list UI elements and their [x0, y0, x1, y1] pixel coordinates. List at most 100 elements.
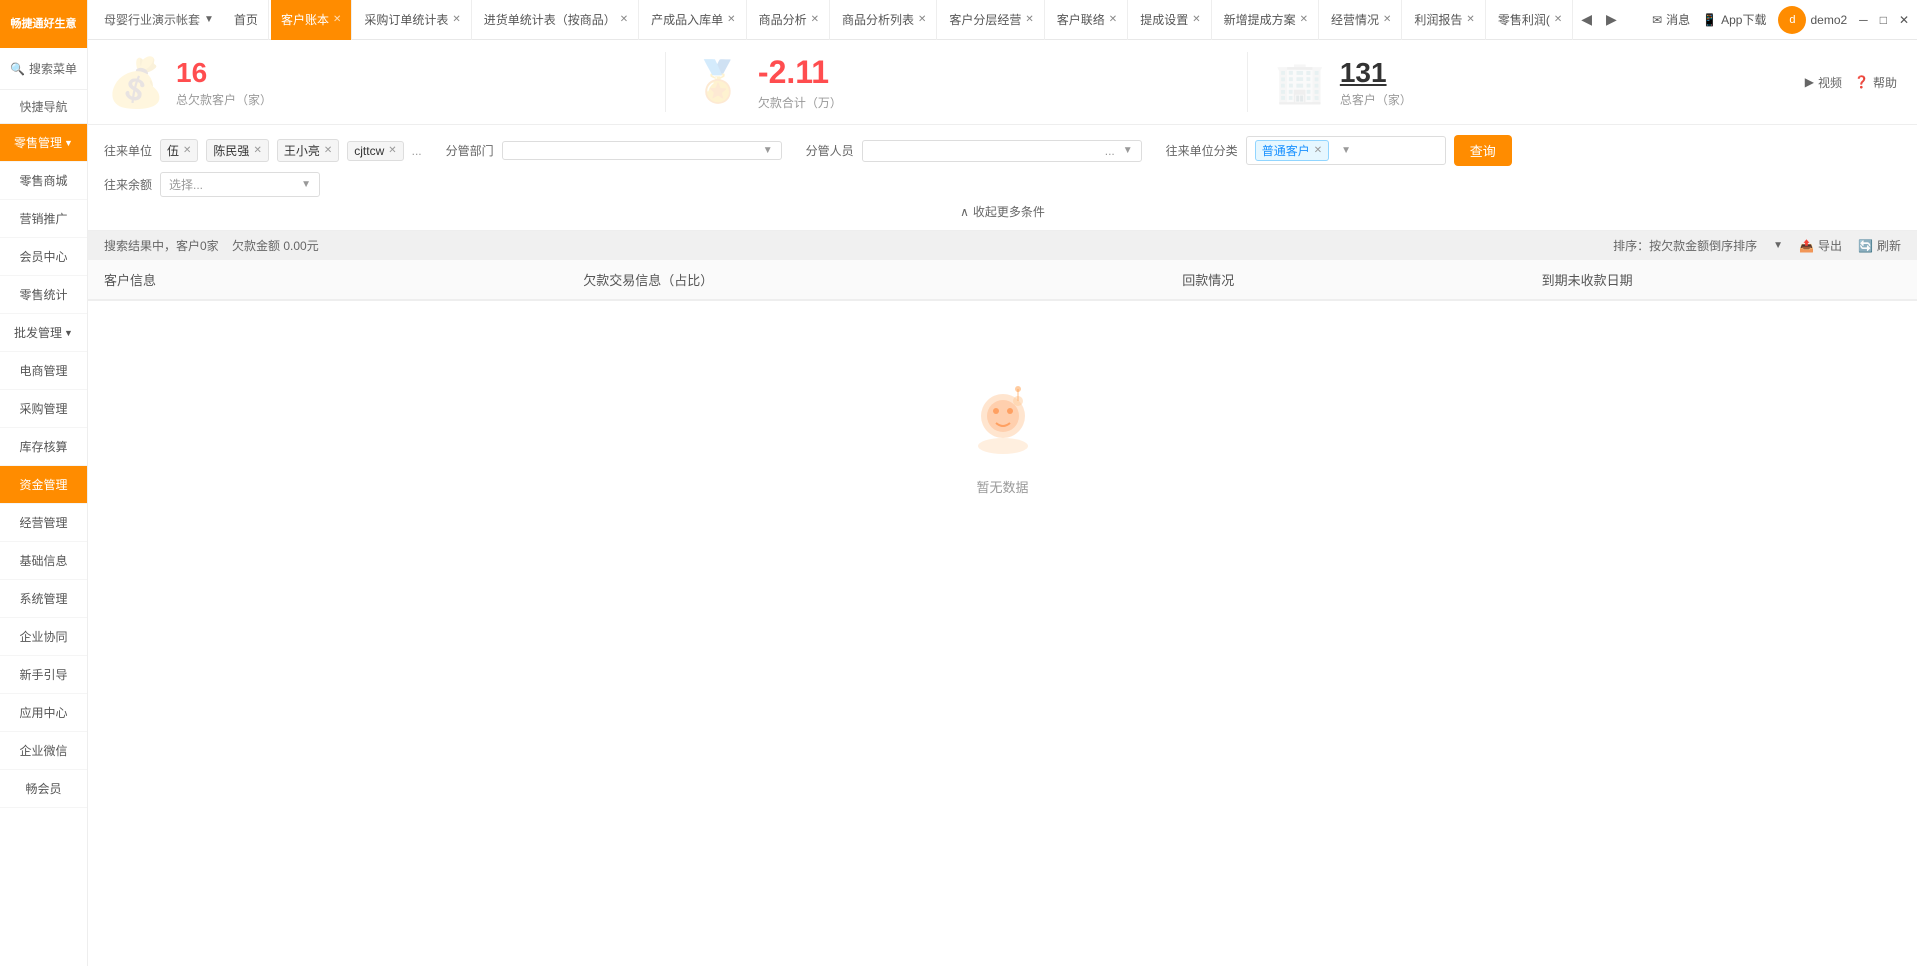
tab-promotion-settings[interactable]: 提成设置 ✕	[1130, 0, 1211, 40]
filter-tag-unit4: cjttcw ✕	[347, 141, 403, 161]
quick-nav-button[interactable]: 快捷导航	[0, 90, 87, 124]
tab-retail-profit[interactable]: 零售利润( ✕	[1488, 0, 1573, 40]
tab-customer-book-close[interactable]: ✕	[333, 14, 341, 25]
filter-tag-unit1-close[interactable]: ✕	[183, 145, 191, 156]
tab-home[interactable]: 首页	[224, 0, 269, 40]
quick-nav-label: 快捷导航	[19, 100, 67, 114]
filter-row-1: 往来单位 伍 ✕ 陈民强 ✕ 王小亮 ✕ cjttcw ✕ ... 分管部门	[104, 135, 1901, 166]
chevron-up-icon: ∧	[960, 205, 969, 219]
window-maximize[interactable]: □	[1880, 13, 1887, 27]
classification-tag-close[interactable]: ✕	[1314, 145, 1322, 156]
tab-customer-contact[interactable]: 客户联络 ✕	[1047, 0, 1128, 40]
sidebar-item-inventory[interactable]: 库存核算	[0, 428, 87, 466]
sidebar-item-enterprise-wechat[interactable]: 企业微信	[0, 732, 87, 770]
query-button[interactable]: 查询	[1454, 135, 1512, 166]
tab-stock-in-stats-close[interactable]: ✕	[620, 14, 628, 25]
window-close[interactable]: ✕	[1899, 13, 1909, 27]
sidebar-item-finance-mgmt[interactable]: 资金管理	[0, 466, 87, 504]
sidebar-item-system-mgmt[interactable]: 系统管理	[0, 580, 87, 618]
filter-tag-unit4-close[interactable]: ✕	[388, 145, 396, 156]
export-button[interactable]: 📤 导出	[1799, 237, 1842, 254]
classification-tag-label: 普通客户	[1262, 142, 1310, 159]
tab-cost-stock-in-close[interactable]: ✕	[727, 14, 735, 25]
tab-promotion-settings-close[interactable]: ✕	[1192, 14, 1200, 25]
tab-product-analysis-list-close[interactable]: ✕	[918, 14, 926, 25]
operations-label: 经营管理	[19, 516, 67, 530]
sidebar-logo: 畅捷通好生意	[0, 0, 87, 48]
sidebar-item-retail-mgmt[interactable]: 零售管理 ▼	[0, 124, 87, 162]
result-bar: 搜索结果中，客户0家 欠款金额 0.00元 排序：按欠款金额倒序排序 ▼ 📤 导…	[88, 231, 1917, 260]
tab-new-promotion-label: 新增提成方案	[1224, 11, 1296, 28]
balance-dropdown[interactable]: 选择... ▼	[160, 172, 320, 197]
total-customers-label: 总客户（家）	[1340, 91, 1412, 108]
collapse-button[interactable]: ∧ 收起更多条件	[960, 203, 1045, 220]
person-dropdown[interactable]: ... ▼	[862, 140, 1142, 162]
sidebar-item-member-center[interactable]: 会员中心	[0, 238, 87, 276]
filter-row-2: 往来余额 选择... ▼	[104, 172, 1901, 197]
tab-customer-segment[interactable]: 客户分层经营 ✕	[939, 0, 1044, 40]
logo-text: 畅捷通好生意	[11, 17, 77, 31]
tab-purchase-order-stats-close[interactable]: ✕	[452, 14, 460, 25]
filter-area: 往来单位 伍 ✕ 陈民强 ✕ 王小亮 ✕ cjttcw ✕ ... 分管部门	[88, 125, 1917, 231]
sidebar-item-ecommerce[interactable]: 电商管理	[0, 352, 87, 390]
tab-product-analysis[interactable]: 商品分析 ✕	[749, 0, 830, 40]
sidebar-item-retail-mall[interactable]: 零售商城	[0, 162, 87, 200]
tab-nav-right[interactable]: ▶	[1600, 7, 1623, 32]
person-filter-label: 分管人员	[806, 142, 854, 159]
tab-customer-segment-close[interactable]: ✕	[1025, 14, 1033, 25]
dept-filter-label: 分管部门	[446, 142, 494, 159]
dept-dropdown[interactable]: ▼	[502, 141, 782, 160]
sidebar-item-retail-stats[interactable]: 零售统计	[0, 276, 87, 314]
classification-dropdown[interactable]: 普通客户 ✕ ▼	[1246, 136, 1446, 165]
search-icon: 🔍	[10, 62, 25, 76]
tab-stock-in-stats[interactable]: 进货单统计表（按商品） ✕	[474, 0, 639, 40]
tab-promotion-settings-label: 提成设置	[1140, 11, 1188, 28]
help-icon: ❓	[1854, 75, 1869, 89]
filter-tag-unit3-label: 王小亮	[284, 142, 320, 159]
stat-debt-amount-section: 🏅 -2.11 欠款合计（万）	[690, 53, 1223, 110]
sidebar-item-app-center[interactable]: 应用中心	[0, 694, 87, 732]
tab-profit-report-label: 利润报告	[1414, 11, 1462, 28]
sidebar-item-vip[interactable]: 畅会员	[0, 770, 87, 808]
tab-new-promotion[interactable]: 新增提成方案 ✕	[1214, 0, 1319, 40]
stat-debt-amount: -2.11 欠款合计（万）	[758, 53, 882, 110]
app-download-button[interactable]: 📱 App下载	[1702, 11, 1766, 28]
refresh-button[interactable]: 🔄 刷新	[1858, 237, 1901, 254]
help-button[interactable]: ❓ 帮助	[1854, 74, 1897, 91]
search-menu-button[interactable]: 🔍 搜索菜单	[6, 56, 81, 81]
sidebar-item-purchase-mgmt[interactable]: 采购管理	[0, 390, 87, 428]
tab-business-situation[interactable]: 经营情况 ✕	[1321, 0, 1402, 40]
messages-button[interactable]: ✉ 消息	[1652, 11, 1690, 28]
tab-cost-stock-in[interactable]: 产成品入库单 ✕	[641, 0, 746, 40]
user-profile[interactable]: d demo2	[1778, 6, 1847, 34]
unit-filter-more[interactable]: ...	[412, 144, 422, 158]
tab-customer-book[interactable]: 客户账本 ✕	[271, 0, 352, 40]
account-selector[interactable]: 母婴行业演示帐套 ▼	[96, 11, 222, 28]
tab-product-analysis-list[interactable]: 商品分析列表 ✕	[832, 0, 937, 40]
tab-new-promotion-close[interactable]: ✕	[1300, 14, 1308, 25]
video-button[interactable]: ▶ 视频	[1805, 74, 1842, 91]
sidebar-item-new-guide[interactable]: 新手引导	[0, 656, 87, 694]
filter-tag-unit2-close[interactable]: ✕	[253, 145, 261, 156]
export-icon: 📤	[1799, 239, 1814, 253]
tab-profit-report[interactable]: 利润报告 ✕	[1404, 0, 1485, 40]
window-minimize[interactable]: ─	[1859, 13, 1868, 27]
sidebar-item-marketing[interactable]: 营销推广	[0, 200, 87, 238]
tab-customer-contact-close[interactable]: ✕	[1109, 14, 1117, 25]
sidebar-item-wholesale-mgmt[interactable]: 批发管理 ▼	[0, 314, 87, 352]
sidebar-item-basic-info[interactable]: 基础信息	[0, 542, 87, 580]
sidebar-item-operations[interactable]: 经营管理	[0, 504, 87, 542]
tab-product-analysis-close[interactable]: ✕	[811, 14, 819, 25]
sidebar-item-enterprise-collab[interactable]: 企业协同	[0, 618, 87, 656]
tab-retail-profit-close[interactable]: ✕	[1554, 14, 1562, 25]
export-label: 导出	[1818, 237, 1842, 254]
tab-profit-report-close[interactable]: ✕	[1466, 14, 1474, 25]
table-header: 客户信息 欠款交易信息（占比） 回款情况 到期未收款日期	[88, 260, 1917, 301]
tab-nav-left[interactable]: ◀	[1575, 7, 1598, 32]
refresh-icon: 🔄	[1858, 239, 1873, 253]
person-filter-more[interactable]: ...	[1105, 144, 1115, 158]
tab-business-situation-close[interactable]: ✕	[1383, 14, 1391, 25]
tab-purchase-order-stats[interactable]: 采购订单统计表 ✕	[354, 0, 471, 40]
filter-tag-unit3-close[interactable]: ✕	[324, 145, 332, 156]
classification-chevron-icon: ▼	[1341, 145, 1351, 156]
